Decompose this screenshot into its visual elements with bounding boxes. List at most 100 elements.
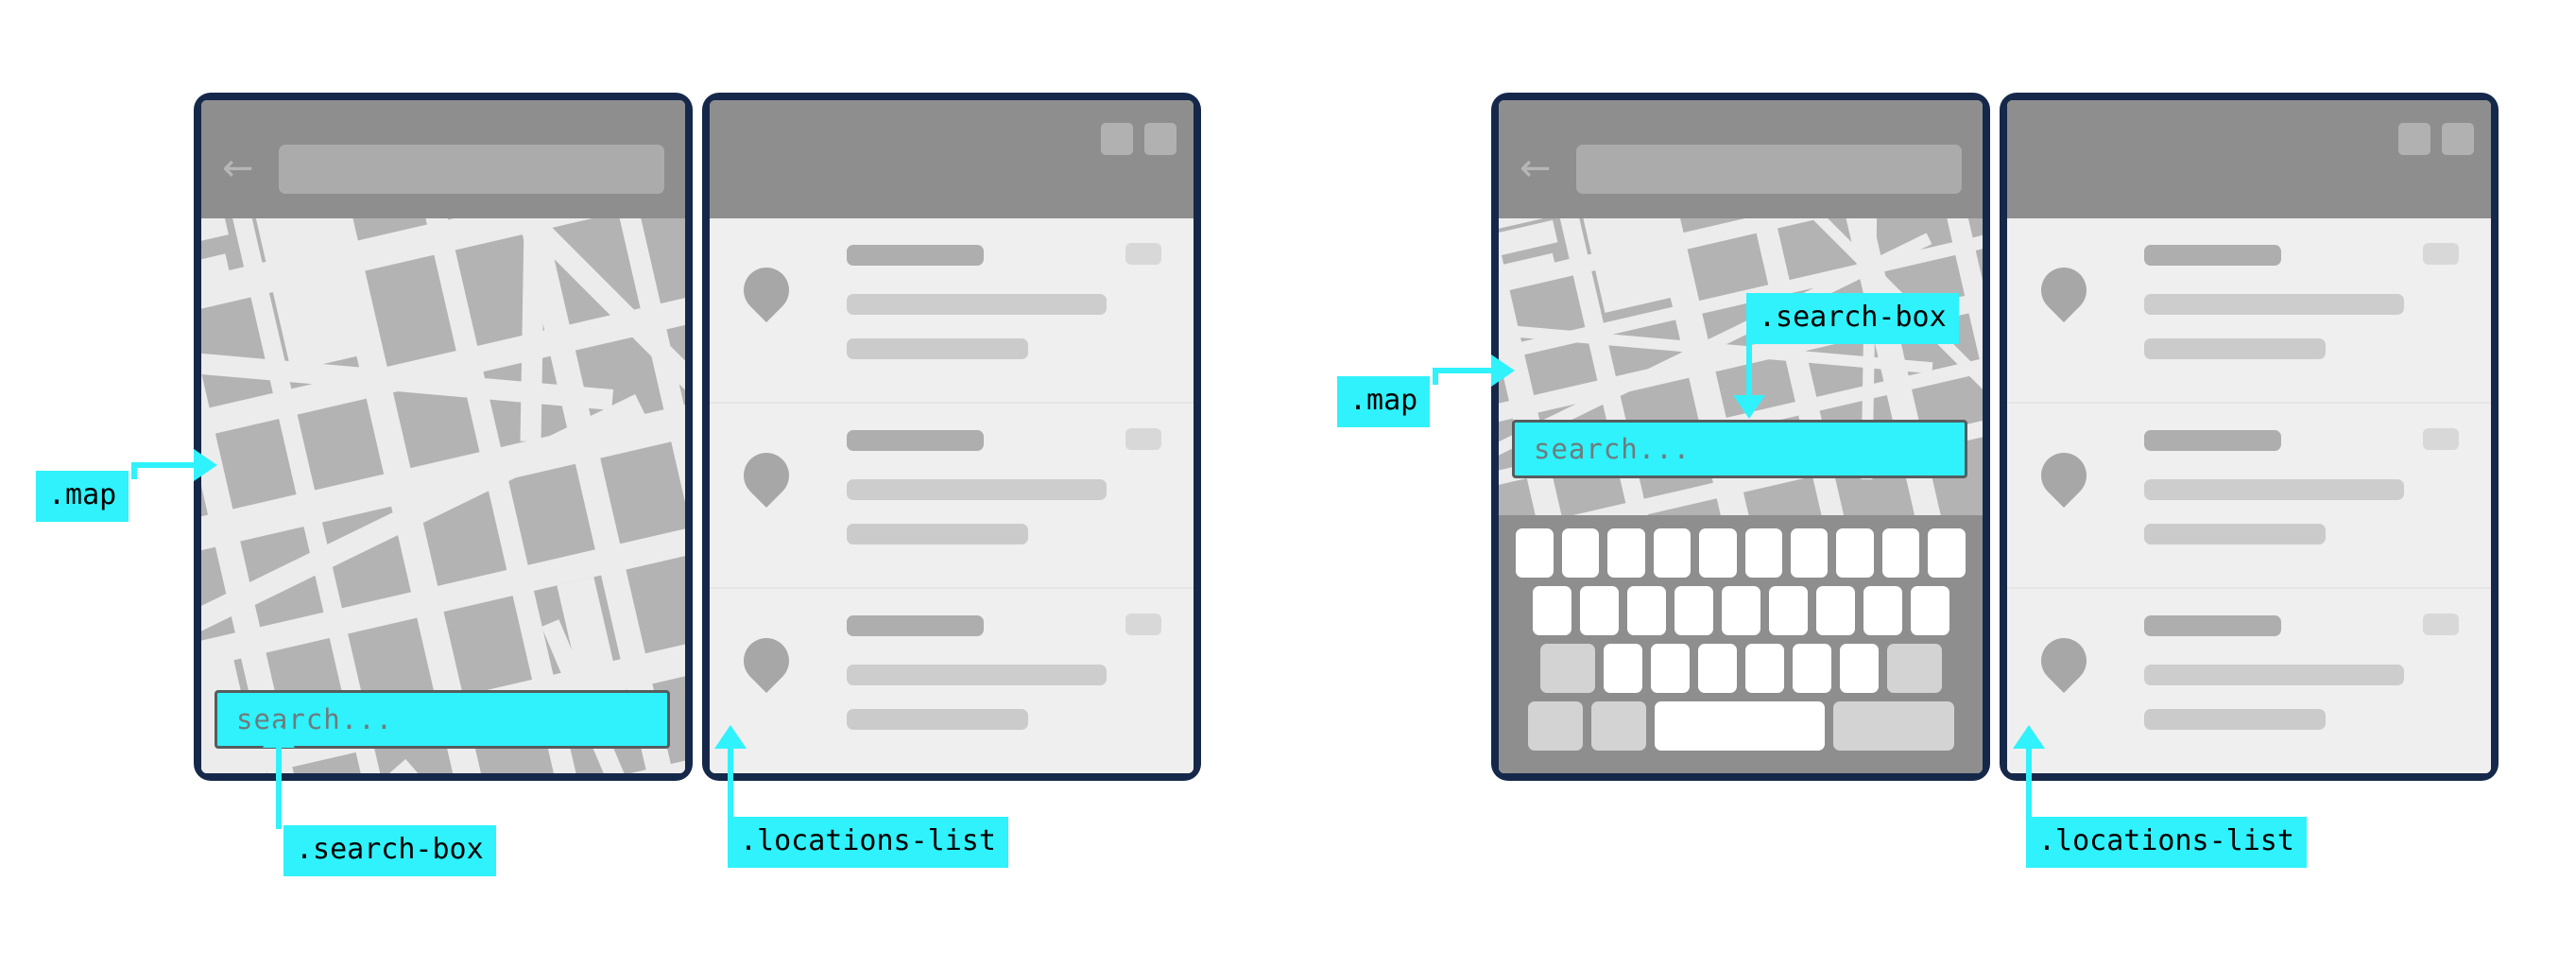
keyboard-symbols-key[interactable] — [1527, 701, 1583, 751]
keyboard-row-3 — [1512, 644, 1969, 693]
item-line1-skeleton — [2144, 479, 2404, 500]
list-item[interactable] — [710, 589, 1194, 773]
keyboard-shift-key[interactable] — [1539, 644, 1595, 693]
keyboard-key[interactable] — [1603, 644, 1642, 693]
keyboard-return-key[interactable] — [1832, 701, 1954, 751]
keyboard-key[interactable] — [1792, 644, 1831, 693]
phone-screen-left: ← search... — [201, 100, 685, 773]
topbar-search-field-left[interactable] — [279, 145, 664, 194]
callout-map-right-line-h — [1433, 368, 1497, 373]
keyboard-row-2 — [1512, 586, 1969, 635]
item-title-skeleton — [847, 245, 984, 266]
keyboard-key[interactable] — [1674, 586, 1713, 635]
keyboard-key[interactable] — [1744, 644, 1784, 693]
app-topbar-left: ← — [201, 100, 685, 218]
list-item[interactable] — [710, 218, 1194, 404]
keyboard-key[interactable] — [1650, 644, 1690, 693]
locations-list-body-right[interactable] — [2007, 218, 2491, 773]
map-pin-icon — [2032, 443, 2096, 508]
onscreen-keyboard[interactable] — [1499, 515, 1983, 773]
keyboard-space-key[interactable] — [1654, 701, 1825, 751]
keyboard-key[interactable] — [1768, 586, 1808, 635]
locations-list-panel-left — [702, 93, 1201, 781]
callout-map-right-line-v — [1433, 368, 1438, 385]
keyboard-key[interactable] — [1626, 586, 1666, 635]
callout-map-left: .map — [36, 471, 129, 522]
keyboard-key[interactable] — [1790, 528, 1829, 578]
item-title-skeleton — [2144, 245, 2281, 266]
header-square-button-a[interactable] — [1101, 123, 1133, 155]
keyboard-key[interactable] — [1516, 528, 1554, 578]
locations-list-header-left — [710, 100, 1194, 218]
keyboard-key[interactable] — [1910, 586, 1949, 635]
item-line1-skeleton — [847, 479, 1107, 500]
callout-locations-list-left: .locations-list — [728, 817, 1008, 868]
item-title-skeleton — [847, 430, 984, 451]
locations-list-body-left[interactable] — [710, 218, 1194, 773]
topbar-search-field-right[interactable] — [1576, 145, 1962, 194]
list-item[interactable] — [2007, 404, 2491, 589]
keyboard-key[interactable] — [1561, 528, 1600, 578]
search-input-placeholder-left: search... — [236, 703, 394, 735]
back-arrow-icon[interactable]: ← — [1520, 149, 1561, 187]
list-item[interactable] — [2007, 218, 2491, 404]
item-badge — [1125, 614, 1161, 635]
map-pin-icon — [734, 443, 799, 508]
keyboard-key[interactable] — [1744, 528, 1782, 578]
item-badge — [2423, 243, 2459, 265]
keyboard-key[interactable] — [1863, 586, 1902, 635]
keyboard-key[interactable] — [1721, 586, 1760, 635]
map-pin-icon — [734, 258, 799, 322]
callout-map-left-line-h — [131, 462, 199, 468]
app-topbar-right: ← — [1499, 100, 1983, 218]
keyboard-key[interactable] — [1815, 586, 1855, 635]
item-line1-skeleton — [847, 665, 1107, 685]
keyboard-key[interactable] — [1697, 644, 1737, 693]
header-square-button-b[interactable] — [1144, 123, 1176, 155]
search-box-right[interactable]: search... — [1512, 420, 1967, 478]
item-line1-skeleton — [2144, 294, 2404, 315]
list-item[interactable] — [2007, 589, 2491, 773]
map-pin-icon — [2032, 629, 2096, 693]
callout-search-box-left-arrowhead — [263, 724, 295, 748]
item-title-skeleton — [2144, 430, 2281, 451]
keyboard-key[interactable] — [1653, 528, 1692, 578]
callout-locations-list-right-arrowhead — [2013, 725, 2045, 749]
phone-map-left: ← search... — [194, 93, 693, 781]
back-arrow-icon[interactable]: ← — [222, 149, 264, 187]
item-title-skeleton — [2144, 615, 2281, 636]
keyboard-key[interactable] — [1928, 528, 1966, 578]
keyboard-key[interactable] — [1839, 644, 1879, 693]
item-line2-skeleton — [2144, 524, 2326, 544]
header-square-button-b[interactable] — [2442, 123, 2474, 155]
keyboard-key[interactable] — [1881, 528, 1920, 578]
item-line2-skeleton — [847, 524, 1028, 544]
callout-locations-list-left-line — [728, 745, 733, 821]
keyboard-backspace-key[interactable] — [1886, 644, 1942, 693]
map-pin-icon — [2032, 258, 2096, 322]
item-line1-skeleton — [2144, 665, 2404, 685]
item-line1-skeleton — [847, 294, 1107, 315]
keyboard-key[interactable] — [1836, 528, 1874, 578]
keyboard-key[interactable] — [1532, 586, 1571, 635]
callout-map-left-arrowhead — [194, 449, 217, 481]
keyboard-key[interactable] — [1579, 586, 1619, 635]
phone-map-right: ← search... — [1491, 93, 1990, 781]
keyboard-key[interactable] — [1699, 528, 1737, 578]
item-line2-skeleton — [847, 338, 1028, 359]
item-badge — [2423, 614, 2459, 635]
keyboard-emoji-key[interactable] — [1590, 701, 1646, 751]
search-input-placeholder-right: search... — [1534, 433, 1692, 465]
callout-locations-list-right: .locations-list — [2026, 817, 2307, 868]
keyboard-key[interactable] — [1607, 528, 1645, 578]
map-block — [201, 218, 229, 251]
callout-search-box-left-line — [276, 744, 282, 829]
callout-locations-list-left-arrowhead — [714, 725, 747, 749]
callout-map-left-line-v — [131, 462, 137, 479]
item-line2-skeleton — [2144, 709, 2326, 730]
list-item[interactable] — [710, 404, 1194, 589]
callout-search-box-right: .search-box — [1746, 293, 1959, 344]
callout-search-box-left: .search-box — [283, 825, 496, 876]
keyboard-row-4 — [1512, 701, 1969, 751]
header-square-button-a[interactable] — [2398, 123, 2430, 155]
